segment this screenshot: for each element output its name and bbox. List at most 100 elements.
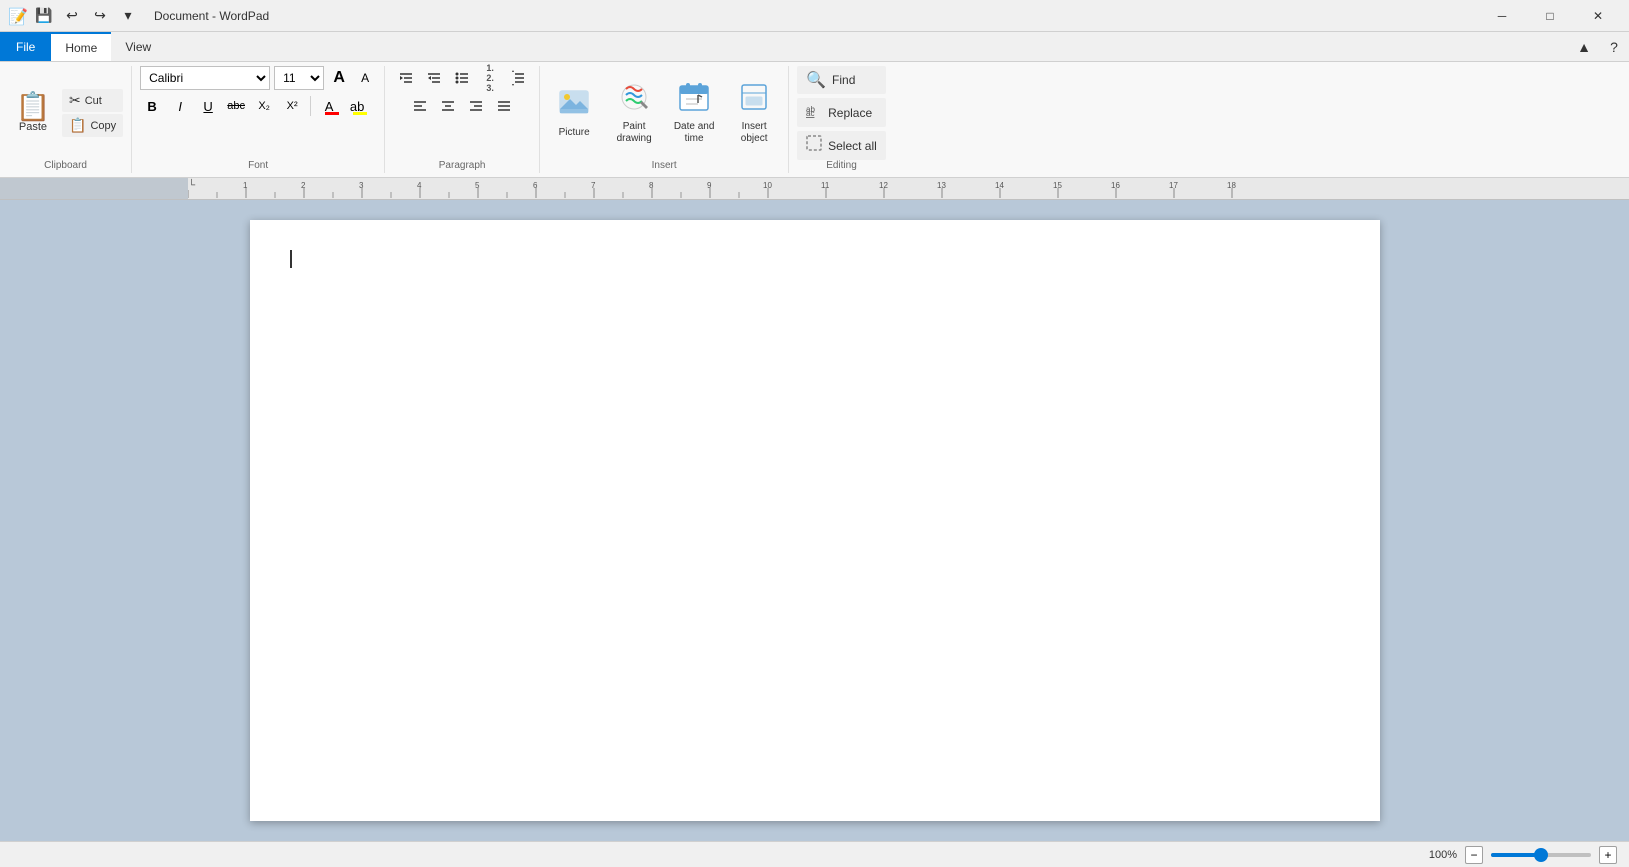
- font-grow-button[interactable]: A: [328, 67, 350, 89]
- align-center-button[interactable]: [435, 94, 461, 118]
- svg-text:10: 10: [763, 181, 772, 190]
- qat-undo[interactable]: ↩: [60, 4, 84, 28]
- insert-object-icon: [738, 81, 770, 119]
- svg-text:17: 17: [1169, 181, 1178, 190]
- paint-icon: [618, 81, 650, 119]
- ribbon-help-button[interactable]: ?: [1599, 32, 1629, 62]
- subscript-button[interactable]: X₂: [252, 94, 276, 118]
- para-row-2: [407, 94, 517, 118]
- highlight-swatch: [353, 112, 367, 115]
- paste-icon: 📋: [16, 93, 51, 121]
- strikethrough-button[interactable]: abc: [224, 94, 248, 118]
- font-shrink-button[interactable]: A: [354, 67, 376, 89]
- tab-home[interactable]: Home: [51, 32, 111, 61]
- insert-group-label: Insert: [652, 160, 677, 173]
- minimize-button[interactable]: ─: [1479, 0, 1525, 32]
- bold-button[interactable]: B: [140, 94, 164, 118]
- increase-indent-button[interactable]: [393, 66, 419, 90]
- svg-text:11: 11: [821, 181, 830, 190]
- underline-button[interactable]: U: [196, 94, 220, 118]
- title-bar: 📝 💾 ↩ ↪ ▾ Document - WordPad ─ □ ✕: [0, 0, 1629, 32]
- tab-view[interactable]: View: [111, 32, 165, 61]
- ribbon-tabs: File Home View ▲ ?: [0, 32, 1629, 62]
- replace-icon: ab ac: [806, 102, 822, 123]
- decrease-indent-button[interactable]: [421, 66, 447, 90]
- picture-label: Picture: [559, 127, 590, 139]
- main-area: [0, 200, 1629, 841]
- clipboard-group-label: Clipboard: [44, 160, 87, 173]
- ruler-content[interactable]: └ text{font-size:8px;fill:#555;font-fami…: [188, 178, 1629, 199]
- zoom-out-button[interactable]: −: [1465, 846, 1483, 864]
- maximize-button[interactable]: □: [1527, 0, 1573, 32]
- zoom-slider-thumb[interactable]: [1534, 848, 1548, 862]
- font-row-1: Calibri 11 A A: [140, 66, 376, 90]
- cut-icon: ✂: [69, 92, 81, 109]
- italic-button[interactable]: I: [168, 94, 192, 118]
- copy-button[interactable]: 📋 Copy: [62, 114, 123, 137]
- highlight-button[interactable]: ab: [345, 94, 369, 118]
- svg-text:12: 12: [879, 181, 888, 190]
- select-all-icon: [806, 135, 822, 156]
- replace-button[interactable]: ab ac Replace: [797, 98, 886, 127]
- text-color-swatch: [325, 112, 339, 115]
- align-right-button[interactable]: [463, 94, 489, 118]
- select-all-label: Select all: [828, 139, 877, 153]
- svg-text:5: 5: [475, 181, 480, 190]
- svg-text:1: 1: [243, 181, 248, 190]
- close-button[interactable]: ✕: [1575, 0, 1621, 32]
- numbering-button[interactable]: 1.2.3.: [477, 66, 503, 90]
- zoom-slider-track[interactable]: [1491, 853, 1591, 857]
- text-color-button[interactable]: A: [317, 94, 341, 118]
- ribbon-collapse-button[interactable]: ▲: [1569, 32, 1599, 62]
- zoom-label: 100%: [1429, 849, 1457, 861]
- bullets-button[interactable]: [449, 66, 475, 90]
- text-cursor: [290, 250, 292, 268]
- qat-customize[interactable]: ▾: [116, 4, 140, 28]
- qat-save[interactable]: 💾: [32, 4, 56, 28]
- paint-drawing-button[interactable]: Paint drawing: [608, 76, 660, 150]
- svg-text:15: 15: [1053, 181, 1062, 190]
- date-time-icon: [678, 81, 710, 119]
- svg-text:8: 8: [649, 181, 654, 190]
- svg-text:18: 18: [1227, 181, 1236, 190]
- select-all-button[interactable]: Select all: [797, 131, 886, 160]
- align-left-button[interactable]: [407, 94, 433, 118]
- tab-file[interactable]: File: [0, 32, 51, 61]
- svg-text:3: 3: [359, 181, 364, 190]
- paste-button[interactable]: 📋 Paste: [8, 66, 58, 160]
- font-group-label: Font: [248, 160, 268, 173]
- qat-redo[interactable]: ↪: [88, 4, 112, 28]
- zoom-in-button[interactable]: +: [1599, 846, 1617, 864]
- editing-group-content: 🔍 Find ab ac Replace Select al: [797, 66, 886, 160]
- line-spacing-button[interactable]: [505, 66, 531, 90]
- superscript-button[interactable]: X²: [280, 94, 304, 118]
- font-row-2: B I U abc X₂ X² A ab: [140, 94, 369, 118]
- editing-group: 🔍 Find ab ac Replace Select al: [789, 66, 894, 173]
- font-name-select[interactable]: Calibri: [140, 66, 270, 90]
- ribbon-help-area: ▲ ?: [1569, 32, 1629, 61]
- svg-text:ac: ac: [806, 109, 814, 118]
- find-button[interactable]: 🔍 Find: [797, 66, 886, 94]
- find-label: Find: [832, 73, 855, 87]
- paragraph-group-content: 1.2.3.: [393, 66, 531, 160]
- para-row-1: 1.2.3.: [393, 66, 531, 90]
- justify-button[interactable]: [491, 94, 517, 118]
- insert-group-content: Picture Paint drawing: [548, 66, 780, 160]
- replace-label: Replace: [828, 106, 872, 120]
- svg-text:6: 6: [533, 181, 538, 190]
- clipboard-group: 📋 Paste ✂ Cut 📋 Copy Clipboard: [0, 66, 132, 173]
- date-time-button[interactable]: Date and time: [668, 76, 720, 150]
- picture-icon: [558, 87, 590, 125]
- svg-text:16: 16: [1111, 181, 1120, 190]
- ruler: └ text{font-size:8px;fill:#555;font-fami…: [0, 178, 1629, 200]
- cut-button[interactable]: ✂ Cut: [62, 89, 123, 112]
- window-title: Document - WordPad: [154, 9, 269, 23]
- picture-button[interactable]: Picture: [548, 82, 600, 144]
- copy-label: Copy: [90, 120, 116, 132]
- paste-label: Paste: [19, 121, 47, 133]
- document-page[interactable]: [250, 220, 1380, 821]
- quick-access-toolbar: 💾 ↩ ↪ ▾: [32, 4, 140, 28]
- insert-object-button[interactable]: Insert object: [728, 76, 780, 150]
- ruler-ticks: text{font-size:8px;fill:#555;font-family…: [188, 178, 1629, 198]
- font-size-select[interactable]: 11: [274, 66, 324, 90]
